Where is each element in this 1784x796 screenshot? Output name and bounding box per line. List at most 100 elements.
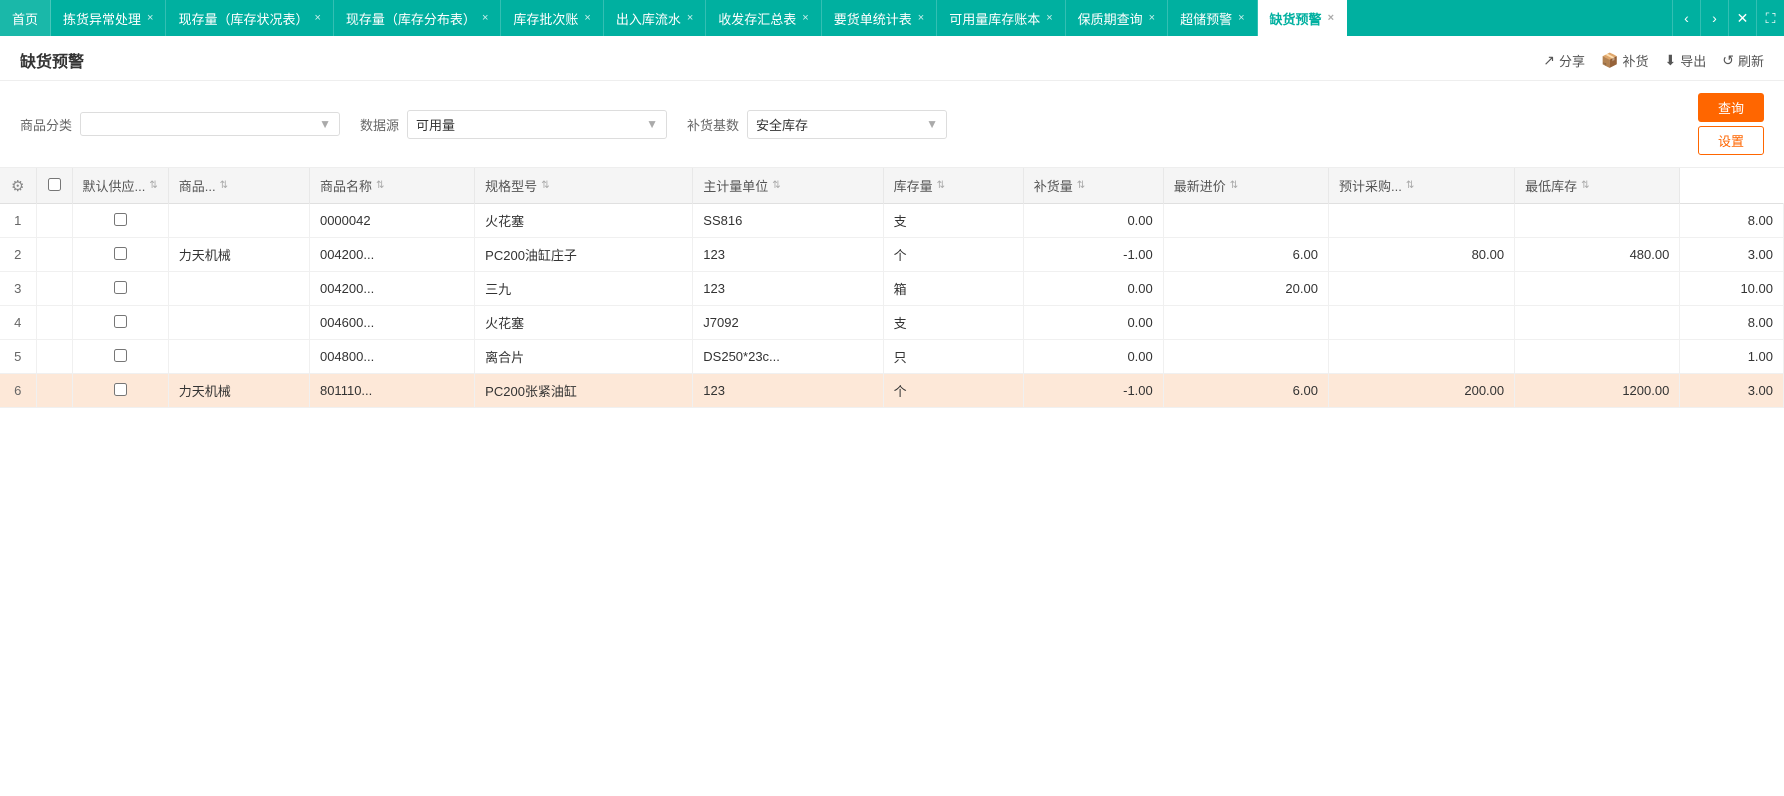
nav-tab-label: 保质期查询 — [1078, 9, 1143, 28]
gear-icon[interactable]: ⚙ — [11, 178, 24, 195]
close-icon[interactable]: × — [1238, 12, 1244, 24]
col-label: 主计量单位 — [703, 176, 768, 195]
row-checkbox-cell[interactable] — [72, 374, 168, 408]
nav-tab-expiry[interactable]: 保质期查询 × — [1066, 0, 1168, 36]
row-checkbox[interactable] — [114, 213, 127, 226]
share-button[interactable]: ↗ 分享 — [1543, 51, 1585, 70]
nav-tab-inventory1[interactable]: 现存量（库存状况表） × — [166, 0, 333, 36]
row-gear-cell — [36, 204, 72, 238]
refresh-button[interactable]: ↺ 刷新 — [1722, 51, 1764, 70]
nav-tab-order[interactable]: 要货单统计表 × — [822, 0, 937, 36]
close-icon[interactable]: × — [1046, 12, 1052, 24]
row-spec: 123 — [693, 374, 883, 408]
row-default-supplier — [168, 306, 309, 340]
row-checkbox-cell[interactable] — [72, 306, 168, 340]
replenish-label: 补货 — [1622, 51, 1648, 70]
row-stock: -1.00 — [1023, 238, 1163, 272]
row-unit: 只 — [883, 340, 1023, 374]
nav-tab-summary[interactable]: 收发存汇总表 × — [706, 0, 821, 36]
gear-column-header[interactable]: ⚙ — [0, 168, 36, 204]
row-checkbox-cell[interactable] — [72, 272, 168, 306]
close-icon[interactable]: × — [584, 12, 590, 24]
row-product-name: 火花塞 — [475, 204, 693, 238]
latest-price-column-header[interactable]: 最新进价 ⇅ — [1163, 168, 1328, 204]
product-name-column-header[interactable]: 商品名称 ⇅ — [309, 168, 474, 204]
row-checkbox[interactable] — [114, 315, 127, 328]
nav-tab-label: 要货单统计表 — [834, 9, 912, 28]
nav-fullscreen-button[interactable]: ⛶ — [1756, 0, 1784, 36]
page-title: 缺货预警 — [20, 48, 84, 72]
close-icon[interactable]: × — [918, 12, 924, 24]
row-unit: 支 — [883, 306, 1023, 340]
query-button[interactable]: 查询 — [1698, 93, 1764, 122]
nav-tab-label: 现存量（库存状况表） — [178, 9, 308, 28]
nav-tab-shortage[interactable]: 缺货预警 × — [1258, 0, 1347, 36]
row-checkbox[interactable] — [114, 349, 127, 362]
page-header: 缺货预警 ↗ 分享 📦 补货 ⬇ 导出 ↺ 刷新 — [0, 36, 1784, 81]
row-checkbox[interactable] — [114, 281, 127, 294]
col-label: 预计采购... — [1339, 176, 1402, 195]
close-icon[interactable]: × — [314, 12, 320, 24]
row-checkbox[interactable] — [114, 247, 127, 260]
nav-tab-flow[interactable]: 出入库流水 × — [604, 0, 706, 36]
refresh-label: 刷新 — [1738, 51, 1764, 70]
nav-tab-label: 首页 — [12, 9, 38, 28]
nav-tab-picking[interactable]: 拣货异常处理 × — [51, 0, 166, 36]
row-spec: DS250*23c... — [693, 340, 883, 374]
table-row: 6 力天机械 801110... PC200张紧油缸 123 个 -1.00 6… — [0, 374, 1784, 408]
close-icon[interactable]: × — [1149, 12, 1155, 24]
row-gear-cell — [36, 272, 72, 306]
replenish-basis-select[interactable]: 安全库存 ▼ — [747, 110, 947, 139]
settings-button[interactable]: 设置 — [1698, 126, 1764, 155]
nav-tab-label: 超储预警 — [1180, 9, 1232, 28]
product-code-column-header[interactable]: 商品... ⇅ — [168, 168, 309, 204]
row-gear-cell — [36, 374, 72, 408]
stock-column-header[interactable]: 库存量 ⇅ — [883, 168, 1023, 204]
default-supplier-column-header[interactable]: 默认供应... ⇅ — [72, 168, 168, 204]
close-icon[interactable]: × — [802, 12, 808, 24]
data-source-select[interactable]: 可用量 ▼ — [407, 110, 667, 139]
row-product-name: 火花塞 — [475, 306, 693, 340]
row-product-name: PC200张紧油缸 — [475, 374, 693, 408]
row-gear-cell — [36, 340, 72, 374]
export-button[interactable]: ⬇ 导出 — [1665, 51, 1707, 70]
estimated-purchase-column-header[interactable]: 预计采购... ⇅ — [1328, 168, 1514, 204]
replenish-basis-filter: 补货基数 安全库存 ▼ — [687, 110, 947, 139]
row-replenish — [1163, 204, 1328, 238]
row-stock: 0.00 — [1023, 306, 1163, 340]
nav-tab-inventory2[interactable]: 现存量（库存分布表） × — [334, 0, 501, 36]
nav-tab-available[interactable]: 可用量库存账本 × — [937, 0, 1065, 36]
nav-close-button[interactable]: ✕ — [1728, 0, 1756, 36]
nav-prev-button[interactable]: ‹ — [1672, 0, 1700, 36]
commodity-class-select[interactable]: ▼ — [80, 112, 340, 136]
close-icon[interactable]: × — [147, 12, 153, 24]
select-all-checkbox[interactable] — [48, 178, 61, 191]
row-spec: 123 — [693, 272, 883, 306]
spec-column-header[interactable]: 规格型号 ⇅ — [475, 168, 693, 204]
row-min-stock: 10.00 — [1680, 272, 1784, 306]
unit-column-header[interactable]: 主计量单位 ⇅ — [693, 168, 883, 204]
replenish-column-header[interactable]: 补货量 ⇅ — [1023, 168, 1163, 204]
nav-tab-home[interactable]: 首页 — [0, 0, 51, 36]
nav-tab-overstock[interactable]: 超储预警 × — [1168, 0, 1257, 36]
row-checkbox-cell[interactable] — [72, 238, 168, 272]
checkbox-column-header[interactable] — [36, 168, 72, 204]
min-stock-column-header[interactable]: 最低库存 ⇅ — [1515, 168, 1680, 204]
close-icon[interactable]: × — [482, 12, 488, 24]
export-icon: ⬇ — [1665, 52, 1677, 69]
nav-tab-batch[interactable]: 库存批次账 × — [501, 0, 603, 36]
row-checkbox[interactable] — [114, 383, 127, 396]
replenish-button[interactable]: 📦 补货 — [1601, 51, 1648, 70]
close-icon[interactable]: × — [1328, 12, 1334, 24]
row-stock: -1.00 — [1023, 374, 1163, 408]
row-replenish: 6.00 — [1163, 238, 1328, 272]
row-estimated-purchase — [1515, 340, 1680, 374]
commodity-class-filter: 商品分类 ▼ — [20, 112, 340, 136]
sort-icon: ⇅ — [149, 180, 157, 191]
table-container: ⚙ 默认供应... ⇅ 商品... ⇅ — [0, 168, 1784, 408]
row-checkbox-cell[interactable] — [72, 204, 168, 238]
chevron-down-icon: ▼ — [926, 117, 938, 131]
row-checkbox-cell[interactable] — [72, 340, 168, 374]
nav-next-button[interactable]: › — [1700, 0, 1728, 36]
close-icon[interactable]: × — [687, 12, 693, 24]
